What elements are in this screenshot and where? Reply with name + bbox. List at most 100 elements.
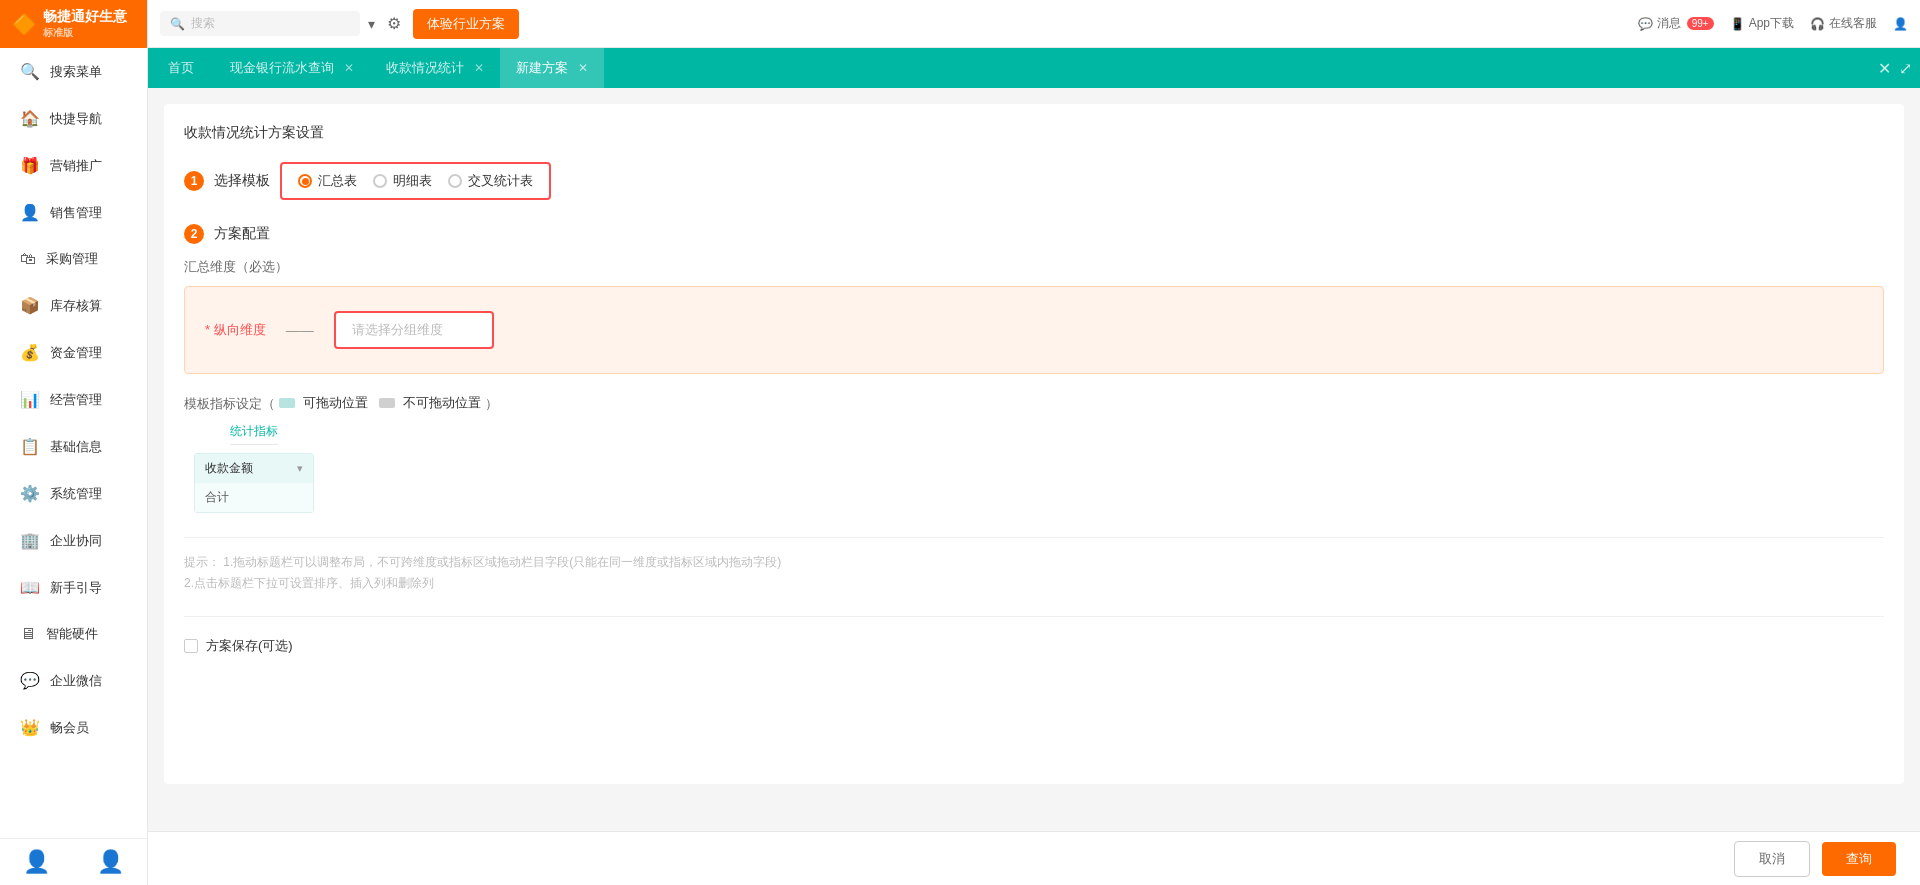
stat-label: 统计指标 bbox=[230, 423, 278, 445]
sidebar-item-label: 畅会员 bbox=[50, 719, 89, 737]
dimension-config: 汇总维度（必选） * 纵向维度 —— 请选择分组维度 bbox=[184, 258, 1884, 374]
radio-cross-label: 交叉统计表 bbox=[468, 172, 533, 190]
basic-info-icon: 📋 bbox=[20, 437, 40, 456]
sidebar-item-purchase[interactable]: 🛍 采购管理 bbox=[0, 236, 147, 282]
sidebar-item-marketing[interactable]: 🎁 营销推广 bbox=[0, 142, 147, 189]
tab-new-plan-label: 新建方案 bbox=[516, 59, 568, 77]
sidebar-item-fund[interactable]: 💰 资金管理 bbox=[0, 329, 147, 376]
step2-title: 方案配置 bbox=[214, 225, 270, 243]
hint-item-1: 提示： 1.拖动标题栏可以调整布局，不可跨维度或指标区域拖动栏目字段(只能在同一… bbox=[184, 554, 1884, 571]
tab-home-label: 首页 bbox=[168, 59, 194, 77]
sidebar-item-sales[interactable]: 👤 销售管理 bbox=[0, 189, 147, 236]
topbar-dropdown-icon[interactable]: ▾ bbox=[368, 16, 375, 32]
tabbar-close-btn[interactable]: ✕ bbox=[1878, 59, 1891, 78]
template-radio-group: 汇总表 明细表 交叉统计表 bbox=[298, 172, 533, 190]
topbar: 🔍 搜索 ▾ ⚙ 体验行业方案 💬 消息 99+ 📱 App下载 🎧 在线客服 … bbox=[148, 0, 1920, 48]
sidebar-item-guide[interactable]: 📖 新手引导 bbox=[0, 564, 147, 611]
trial-button[interactable]: 体验行业方案 bbox=[413, 9, 519, 39]
sidebar-item-hardware[interactable]: 🖥 智能硬件 bbox=[0, 611, 147, 657]
indicator-header: 模板指标设定（ 可拖动位置 不可拖动位置 ） bbox=[184, 394, 1884, 413]
operation-icon: 📊 bbox=[20, 390, 40, 409]
radio-summary-circle bbox=[298, 174, 312, 188]
query-button[interactable]: 查询 bbox=[1822, 842, 1896, 876]
sidebar-item-quick-nav[interactable]: 🏠 快捷导航 bbox=[0, 95, 147, 142]
radio-detail-label: 明细表 bbox=[393, 172, 432, 190]
brand-icon: 🔶 bbox=[12, 12, 37, 36]
sidebar-item-label: 智能硬件 bbox=[46, 625, 98, 643]
tab-collection-stat[interactable]: 收款情况统计 ✕ bbox=[370, 48, 500, 88]
template-options-box: 汇总表 明细表 交叉统计表 bbox=[280, 162, 551, 200]
notification-item[interactable]: 💬 消息 99+ bbox=[1638, 15, 1714, 32]
fund-icon: 💰 bbox=[20, 343, 40, 362]
hint-section: 提示： 1.拖动标题栏可以调整布局，不可跨维度或指标区域拖动栏目字段(只能在同一… bbox=[184, 537, 1884, 592]
tab-bank-flow[interactable]: 现金银行流水查询 ✕ bbox=[214, 48, 370, 88]
sidebar-item-search-menu[interactable]: 🔍 搜索菜单 bbox=[0, 48, 147, 95]
fixed-drag-tag bbox=[379, 398, 395, 408]
download-item[interactable]: 📱 App下载 bbox=[1730, 15, 1794, 32]
topbar-search-box[interactable]: 🔍 搜索 bbox=[160, 11, 360, 36]
movable-drag-tag bbox=[279, 398, 295, 408]
indicator-label-text: 模板指标设定（ bbox=[184, 396, 275, 411]
sidebar-item-operation[interactable]: 📊 经营管理 bbox=[0, 376, 147, 423]
wechat-icon: 💬 bbox=[20, 671, 40, 690]
sidebar-avatar1[interactable]: 👤 bbox=[23, 849, 50, 875]
tab-new-plan[interactable]: 新建方案 ✕ bbox=[500, 48, 604, 88]
step1-badge: 1 bbox=[184, 171, 204, 191]
sidebar-item-enterprise[interactable]: 🏢 企业协同 bbox=[0, 517, 147, 564]
sidebar-item-label: 资金管理 bbox=[50, 344, 102, 362]
indicator-settings: 模板指标设定（ 可拖动位置 不可拖动位置 ） 统计指标 收 bbox=[184, 394, 1884, 513]
sidebar-item-system[interactable]: ⚙️ 系统管理 bbox=[0, 470, 147, 517]
radio-cross[interactable]: 交叉统计表 bbox=[448, 172, 533, 190]
cancel-button[interactable]: 取消 bbox=[1734, 841, 1810, 877]
dim-arrow: —— bbox=[286, 322, 314, 338]
member-icon: 👑 bbox=[20, 718, 40, 737]
tab-bank-flow-label: 现金银行流水查询 bbox=[230, 59, 334, 77]
fixed-label: 不可拖动位置 bbox=[403, 394, 481, 412]
system-icon: ⚙️ bbox=[20, 484, 40, 503]
step1-header: 1 选择模板 汇总表 明细表 bbox=[184, 162, 1884, 200]
page-title: 收款情况统计方案设置 bbox=[184, 124, 1884, 142]
save-label: 方案保存(可选) bbox=[206, 637, 293, 655]
notification-label: 消息 bbox=[1657, 15, 1681, 32]
tabbar-expand-btn[interactable]: ⤢ bbox=[1899, 59, 1912, 78]
user-item[interactable]: 👤 bbox=[1893, 17, 1908, 31]
sidebar-item-wechat[interactable]: 💬 企业微信 bbox=[0, 657, 147, 704]
tab-collection-stat-close[interactable]: ✕ bbox=[474, 61, 484, 75]
gear-icon[interactable]: ⚙ bbox=[383, 14, 405, 33]
sidebar-item-basic-info[interactable]: 📋 基础信息 bbox=[0, 423, 147, 470]
notification-icon: 💬 bbox=[1638, 17, 1653, 31]
sidebar-item-label: 企业协同 bbox=[50, 532, 102, 550]
support-item[interactable]: 🎧 在线客服 bbox=[1810, 15, 1877, 32]
indicator-block-header[interactable]: 收款金额 ▾ bbox=[195, 454, 313, 483]
dim-select[interactable]: 请选择分组维度 bbox=[334, 311, 494, 349]
topbar-right: 💬 消息 99+ 📱 App下载 🎧 在线客服 👤 bbox=[1638, 15, 1908, 32]
notification-badge: 99+ bbox=[1687, 17, 1714, 30]
sidebar-avatar2[interactable]: 👤 bbox=[97, 849, 124, 875]
radio-summary[interactable]: 汇总表 bbox=[298, 172, 357, 190]
sidebar-item-label: 采购管理 bbox=[46, 250, 98, 268]
sidebar-item-label: 库存核算 bbox=[50, 297, 102, 315]
indicator-block: 收款金额 ▾ 合计 bbox=[194, 453, 314, 513]
hint-item-2: 2.点击标题栏下拉可设置排序、插入列和删除列 bbox=[184, 575, 1884, 592]
brand-name: 畅捷通好生意 bbox=[43, 8, 127, 26]
save-checkbox[interactable] bbox=[184, 639, 198, 653]
sidebar-item-inventory[interactable]: 📦 库存核算 bbox=[0, 282, 147, 329]
movable-label: 可拖动位置 bbox=[303, 394, 368, 412]
step1-section: 1 选择模板 汇总表 明细表 bbox=[184, 162, 1884, 200]
search-placeholder: 搜索 bbox=[191, 15, 215, 32]
sidebar-item-member[interactable]: 👑 畅会员 bbox=[0, 704, 147, 751]
indicator-block-body: 合计 bbox=[195, 483, 313, 512]
sidebar-item-label: 搜索菜单 bbox=[50, 63, 102, 81]
sidebar-item-label: 基础信息 bbox=[50, 438, 102, 456]
radio-detail[interactable]: 明细表 bbox=[373, 172, 432, 190]
tab-bank-flow-close[interactable]: ✕ bbox=[344, 61, 354, 75]
sidebar-item-label: 营销推广 bbox=[50, 157, 102, 175]
tabbar: 首页 现金银行流水查询 ✕ 收款情况统计 ✕ 新建方案 ✕ ✕ ⤢ bbox=[148, 48, 1920, 88]
tab-collection-stat-label: 收款情况统计 bbox=[386, 59, 464, 77]
sidebar-bottom: 👤 👤 bbox=[0, 838, 147, 885]
search-icon: 🔍 bbox=[170, 17, 185, 31]
user-avatar: 👤 bbox=[1893, 17, 1908, 31]
tab-home[interactable]: 首页 bbox=[148, 48, 214, 88]
tab-new-plan-close[interactable]: ✕ bbox=[578, 61, 588, 75]
radio-detail-circle bbox=[373, 174, 387, 188]
